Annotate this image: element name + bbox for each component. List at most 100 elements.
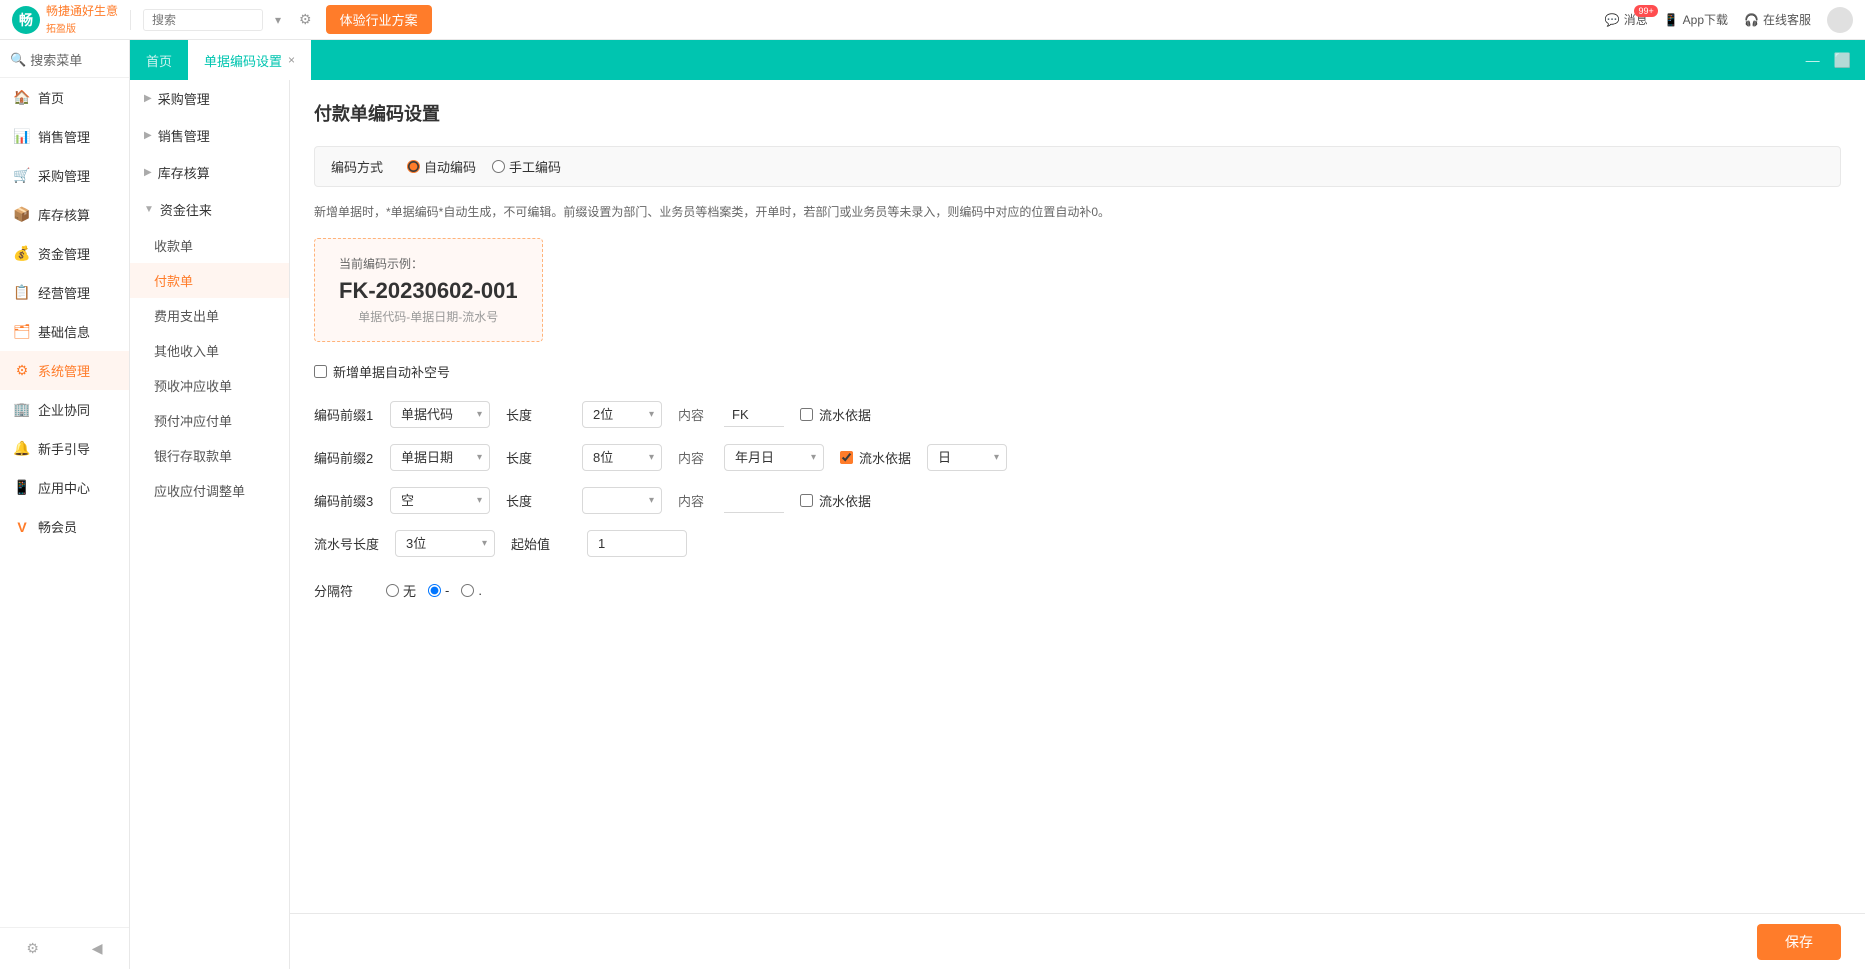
sidebar-item-appcenter[interactable]: 📱 应用中心 — [0, 468, 129, 507]
online-service-btn[interactable]: 🎧 在线客服 — [1744, 11, 1811, 28]
prefix1-content-input[interactable] — [724, 403, 784, 427]
submenu-bank-deposit[interactable]: 银行存取款单 — [130, 438, 289, 473]
serial-length-select[interactable]: 3位 4位 5位 — [395, 530, 495, 557]
prefix2-select[interactable]: 单据日期 — [390, 444, 490, 471]
manual-encode-radio[interactable] — [492, 160, 505, 173]
sep-none-radio[interactable] — [386, 584, 399, 597]
sep-hyphen-radio[interactable] — [428, 584, 441, 597]
prefix3-content-input[interactable] — [724, 489, 784, 513]
prefix1-length-select-wrapper: 2位 — [582, 401, 662, 428]
sidebar-item-operations[interactable]: 📋 经营管理 — [0, 273, 129, 312]
sep-dot-option[interactable]: . — [461, 583, 482, 598]
sep-dot-radio[interactable] — [461, 584, 474, 597]
logo-icon: 畅 — [12, 6, 40, 34]
submenu-prepay-pay[interactable]: 预付冲应付单 — [130, 403, 289, 438]
prefix1-select-wrapper: 单据代码 — [390, 401, 490, 428]
submenu-other-income[interactable]: 其他收入单 — [130, 333, 289, 368]
code-example-sub: 单据代码-单据日期-流水号 — [339, 308, 518, 325]
code-example-value: FK-20230602-001 — [339, 278, 518, 304]
newguide-icon: 🔔 — [14, 441, 30, 457]
separator-row: 分隔符 无 - — [314, 581, 1841, 600]
maximize-icon[interactable]: ⬜ — [1830, 48, 1855, 73]
submenu-expense[interactable]: 费用支出单 — [130, 298, 289, 333]
submenu-receivable-adjust[interactable]: 应收应付调整单 — [130, 473, 289, 508]
save-button[interactable]: 保存 — [1757, 924, 1841, 960]
user-avatar[interactable] — [1827, 7, 1853, 33]
sidebar-item-member[interactable]: V 畅会员 — [0, 507, 129, 546]
prefix2-flowing-check[interactable] — [840, 451, 853, 464]
separator-radio-group: 无 - . — [386, 581, 482, 600]
sidebar: 🔍 搜索菜单 🏠 首页 📊 销售管理 🛒 采购管理 📦 库存核算 💰 资金管理 … — [0, 40, 130, 969]
prefix2-day-select[interactable]: 日 月 年 — [927, 444, 1007, 471]
prefix2-select-wrapper: 单据日期 — [390, 444, 490, 471]
dropdown-arrow-icon[interactable]: ▾ — [271, 11, 285, 29]
menu-inventory[interactable]: ▶ 库存核算 — [130, 154, 289, 191]
enterprise-icon: 🏢 — [14, 402, 30, 418]
sidebar-item-finance[interactable]: 💰 资金管理 — [0, 234, 129, 273]
menu-purchase[interactable]: ▶ 采购管理 — [130, 80, 289, 117]
start-value-input[interactable] — [587, 530, 687, 557]
prefix2-length-select[interactable]: 8位 — [582, 444, 662, 471]
tab-close-icon[interactable]: × — [288, 53, 295, 67]
trial-button[interactable]: 体验行业方案 — [326, 5, 432, 34]
submenu-prepay-receive[interactable]: 预收冲应收单 — [130, 368, 289, 403]
sidebar-item-inventory[interactable]: 📦 库存核算 — [0, 195, 129, 234]
main-layout: 🔍 搜索菜单 🏠 首页 📊 销售管理 🛒 采购管理 📦 库存核算 💰 资金管理 … — [0, 40, 1865, 969]
tab-actions: — ⬜ — [1802, 48, 1865, 73]
form-section: 编码前缀1 单据代码 长度 2位 — [314, 401, 1841, 600]
two-col-layout: ▶ 采购管理 ▶ 销售管理 ▶ 库存核算 ▼ 资金往来 收款单 付款单 — [130, 80, 1865, 969]
sidebar-item-sales[interactable]: 📊 销售管理 — [0, 117, 129, 156]
sidebar-item-enterprise[interactable]: 🏢 企业协同 — [0, 390, 129, 429]
start-value-label: 起始值 — [511, 534, 571, 553]
collapse-icon[interactable]: ◀ — [84, 936, 111, 961]
tab-encoding-settings[interactable]: 单据编码设置 × — [188, 40, 311, 80]
tabbar: 首页 单据编码设置 × — ⬜ — [130, 40, 1865, 80]
tab-home[interactable]: 首页 — [130, 40, 188, 80]
sidebar-item-basic[interactable]: 🗂 基础信息 — [0, 312, 129, 351]
sidebar-item-newguide[interactable]: 🔔 新手引导 — [0, 429, 129, 468]
prefix1-flowing-check[interactable] — [800, 408, 813, 421]
prefix1-select[interactable]: 单据代码 — [390, 401, 490, 428]
auto-fill-row: 新增单据自动补空号 — [314, 362, 1841, 381]
info-text: 新增单据时，*单据编码*自动生成，不可编辑。前缀设置为部门、业务员等档案类，开单… — [314, 203, 1841, 222]
prefix3-flowing-check[interactable] — [800, 494, 813, 507]
sidebar-item-system[interactable]: ⚙ 系统管理 — [0, 351, 129, 390]
prefix1-length-select[interactable]: 2位 — [582, 401, 662, 428]
prefix2-row: 编码前缀2 单据日期 长度 8位 — [314, 444, 1841, 471]
basic-icon: 🗂 — [14, 324, 30, 340]
page-content: 付款单编码设置 编码方式 自动编码 手工编码 — [290, 80, 1865, 913]
prefix3-flowing-checkbox: 流水依据 — [800, 491, 871, 510]
settings-bottom-icon[interactable]: ⚙ — [18, 936, 47, 961]
sep-hyphen-option[interactable]: - — [428, 583, 449, 598]
settings-icon[interactable]: ⚙ — [293, 9, 318, 30]
download-icon: 📱 — [1664, 13, 1679, 27]
message-badge: 99+ — [1634, 5, 1657, 17]
submenu-payment[interactable]: 付款单 — [130, 263, 289, 298]
app-download-btn[interactable]: 📱 App下载 — [1664, 11, 1728, 28]
submenu-receipt[interactable]: 收款单 — [130, 228, 289, 263]
auto-encode-option[interactable]: 自动编码 — [407, 157, 476, 176]
menu-finance[interactable]: ▼ 资金往来 — [130, 191, 289, 228]
purchase-icon: 🛒 — [14, 168, 30, 184]
prefix3-select[interactable]: 空 — [390, 487, 490, 514]
sep-none-option[interactable]: 无 — [386, 581, 416, 600]
prefix2-content-select[interactable]: 年月日 — [724, 444, 824, 471]
sidebar-item-home[interactable]: 🏠 首页 — [0, 78, 129, 117]
serial-length-label: 流水号长度 — [314, 534, 379, 553]
sidebar-item-purchase[interactable]: 🛒 采购管理 — [0, 156, 129, 195]
prefix3-length-select[interactable] — [582, 487, 662, 514]
prefix1-flowing-checkbox: 流水依据 — [800, 405, 871, 424]
minimize-icon[interactable]: — — [1802, 48, 1824, 72]
manual-encode-option[interactable]: 手工编码 — [492, 157, 561, 176]
menu-sales[interactable]: ▶ 销售管理 — [130, 117, 289, 154]
sidebar-search[interactable]: 🔍 搜索菜单 — [0, 40, 129, 78]
message-btn[interactable]: 💬 消息 99+ — [1605, 11, 1648, 28]
finance-icon: 💰 — [14, 246, 30, 262]
logo-text: 畅捷通好生意 拓盈版 — [46, 4, 118, 35]
page-title: 付款单编码设置 — [314, 100, 1841, 126]
auto-fill-checkbox[interactable] — [314, 365, 327, 378]
auto-encode-radio[interactable] — [407, 160, 420, 173]
prefix2-flowing-checkbox: 流水依据 — [840, 448, 911, 467]
search-input[interactable] — [143, 9, 263, 31]
encoding-method-row: 编码方式 自动编码 手工编码 — [314, 146, 1841, 187]
